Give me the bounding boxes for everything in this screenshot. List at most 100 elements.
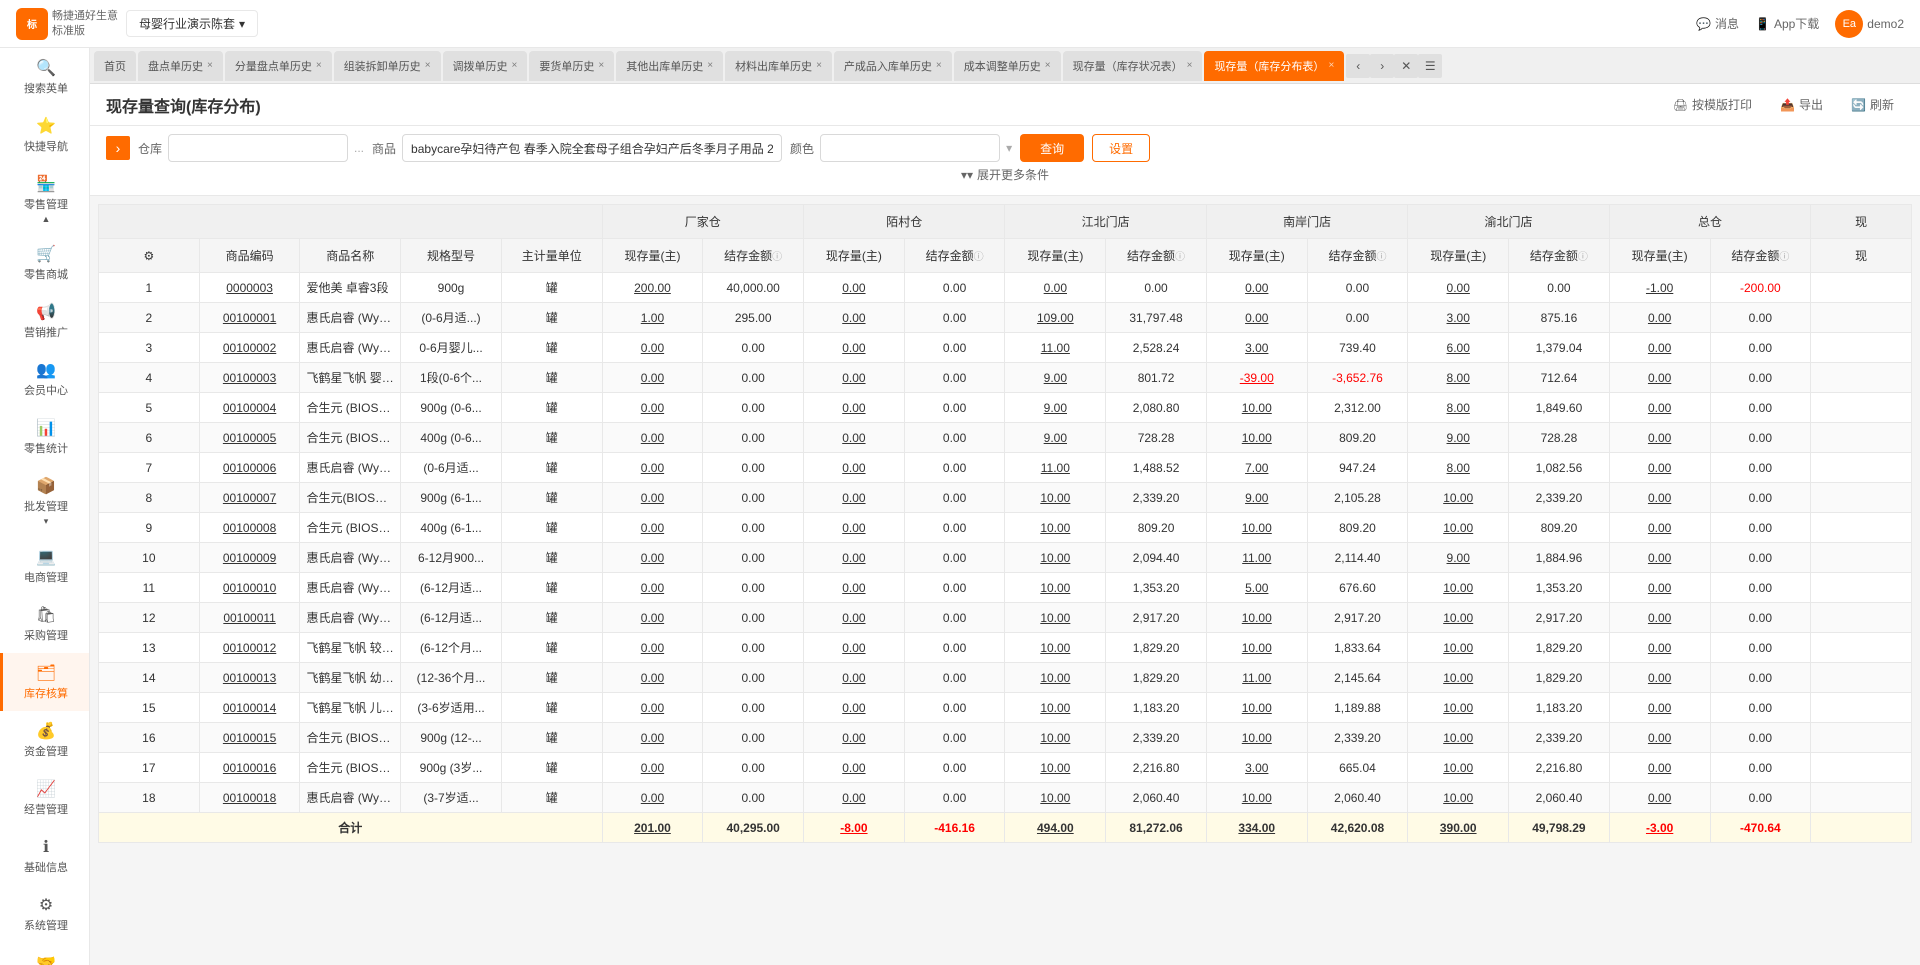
cell-factory-qty[interactable]: 0.00 — [602, 573, 703, 603]
mocun-amt-info-icon[interactable]: ⓘ — [974, 252, 984, 263]
sidebar-item-basic[interactable]: ℹ 基础信息 — [0, 827, 89, 885]
tab-close-icon-3[interactable]: × — [425, 60, 431, 71]
cell-jiangbei-qty[interactable]: 10.00 — [1005, 513, 1106, 543]
tab-close-icon-10[interactable]: × — [1187, 60, 1193, 71]
expand-more-btn[interactable]: ▾▾ 展开更多条件 — [106, 162, 1904, 187]
sidebar-item-member[interactable]: 👥 会员中心 — [0, 350, 89, 408]
cell-yubei-qty[interactable]: 10.00 — [1408, 603, 1509, 633]
tab-home[interactable]: 首页 — [94, 51, 136, 81]
cell-mocun-qty[interactable]: 0.00 — [804, 663, 905, 693]
total-factory-qty[interactable]: 201.00 — [602, 813, 703, 843]
cell-code[interactable]: 00100011 — [199, 603, 300, 633]
cell-code[interactable]: 00100018 — [199, 783, 300, 813]
tab-close-icon-8[interactable]: × — [936, 60, 942, 71]
sidebar-item-collab[interactable]: 🤝 企业协同 — [0, 943, 89, 965]
color-input[interactable] — [820, 134, 1000, 162]
export-btn[interactable]: 📤 导出 — [1770, 92, 1833, 117]
cell-yubei-qty[interactable]: 0.00 — [1408, 273, 1509, 303]
cell-jiangbei-qty[interactable]: 10.00 — [1005, 633, 1106, 663]
cell-total-qty[interactable]: 0.00 — [1609, 783, 1710, 813]
cell-jiangbei-qty[interactable]: 11.00 — [1005, 333, 1106, 363]
app-download-action[interactable]: 📱 App下载 — [1755, 15, 1819, 32]
total-jiangbei-qty[interactable]: 494.00 — [1005, 813, 1106, 843]
cell-factory-qty[interactable]: 0.00 — [602, 453, 703, 483]
expand-btn[interactable]: › — [106, 136, 130, 160]
cell-yubei-qty[interactable]: 10.00 — [1408, 483, 1509, 513]
goods-input[interactable] — [402, 134, 782, 162]
tab-close-icon[interactable]: × — [207, 60, 213, 71]
cell-yubei-qty[interactable]: 10.00 — [1408, 783, 1509, 813]
cell-code[interactable]: 00100005 — [199, 423, 300, 453]
cell-nanan-qty[interactable]: 10.00 — [1206, 693, 1307, 723]
sidebar-item-retail-stats[interactable]: 📊 零售统计 — [0, 408, 89, 466]
cell-code[interactable]: 00100016 — [199, 753, 300, 783]
cell-nanan-qty[interactable]: 3.00 — [1206, 753, 1307, 783]
cell-mocun-qty[interactable]: 0.00 — [804, 513, 905, 543]
yubei-amt-info-icon[interactable]: ⓘ — [1578, 252, 1588, 263]
cell-total-qty[interactable]: 0.00 — [1609, 453, 1710, 483]
cell-total-qty[interactable]: 0.00 — [1609, 663, 1710, 693]
cell-nanan-qty[interactable]: 11.00 — [1206, 543, 1307, 573]
cell-code[interactable]: 0000003 — [199, 273, 300, 303]
sidebar-item-search[interactable]: 🔍 搜索英单 — [0, 48, 89, 106]
store-selector[interactable]: 母婴行业演示陈套 ▾ — [126, 10, 258, 37]
cell-yubei-qty[interactable]: 8.00 — [1408, 363, 1509, 393]
cell-factory-qty[interactable]: 0.00 — [602, 423, 703, 453]
cell-code[interactable]: 00100012 — [199, 633, 300, 663]
cell-nanan-qty[interactable]: 0.00 — [1206, 273, 1307, 303]
cell-total-qty[interactable]: 0.00 — [1609, 753, 1710, 783]
cell-jiangbei-qty[interactable]: 11.00 — [1005, 453, 1106, 483]
total-amt-info-icon[interactable]: ⓘ — [1779, 252, 1789, 263]
tab-close-icon-2[interactable]: × — [316, 60, 322, 71]
cell-yubei-qty[interactable]: 10.00 — [1408, 513, 1509, 543]
cell-nanan-qty[interactable]: 5.00 — [1206, 573, 1307, 603]
setting-button[interactable]: 设置 — [1092, 134, 1150, 162]
cell-jiangbei-qty[interactable]: 10.00 — [1005, 723, 1106, 753]
nanan-amt-info-icon[interactable]: ⓘ — [1376, 252, 1386, 263]
cell-jiangbei-qty[interactable]: 10.00 — [1005, 483, 1106, 513]
cell-mocun-qty[interactable]: 0.00 — [804, 603, 905, 633]
cell-jiangbei-qty[interactable]: 10.00 — [1005, 573, 1106, 603]
cell-yubei-qty[interactable]: 10.00 — [1408, 633, 1509, 663]
cell-jiangbei-qty[interactable]: 10.00 — [1005, 753, 1106, 783]
cell-mocun-qty[interactable]: 0.00 — [804, 693, 905, 723]
cell-mocun-qty[interactable]: 0.00 — [804, 633, 905, 663]
cell-factory-qty[interactable]: 0.00 — [602, 363, 703, 393]
cell-jiangbei-qty[interactable]: 10.00 — [1005, 603, 1106, 633]
cell-mocun-qty[interactable]: 0.00 — [804, 363, 905, 393]
cell-factory-qty[interactable]: 0.00 — [602, 663, 703, 693]
cell-code[interactable]: 00100008 — [199, 513, 300, 543]
cell-mocun-qty[interactable]: 0.00 — [804, 273, 905, 303]
tab-assembly[interactable]: 组装拆卸单历史 × — [334, 51, 441, 81]
tab-close-icon-5[interactable]: × — [598, 60, 604, 71]
message-action[interactable]: 💬 消息 — [1696, 15, 1739, 32]
cell-total-qty[interactable]: 0.00 — [1609, 423, 1710, 453]
print-btn[interactable]: 🖨 按模版打印 — [1663, 92, 1762, 117]
cell-factory-qty[interactable]: 0.00 — [602, 723, 703, 753]
cell-factory-qty[interactable]: 0.00 — [602, 513, 703, 543]
sidebar-item-ecommerce[interactable]: 💻 电商管理 — [0, 537, 89, 595]
cell-jiangbei-qty[interactable]: 10.00 — [1005, 693, 1106, 723]
cell-total-qty[interactable]: 0.00 — [1609, 723, 1710, 753]
tab-product-in[interactable]: 产成品入库单历史 × — [834, 51, 952, 81]
cell-code[interactable]: 00100006 — [199, 453, 300, 483]
cell-mocun-qty[interactable]: 0.00 — [804, 783, 905, 813]
tab-menu-btn[interactable]: ☰ — [1418, 54, 1442, 78]
tab-prev-btn[interactable]: ‹ — [1346, 54, 1370, 78]
cell-nanan-qty[interactable]: 10.00 — [1206, 633, 1307, 663]
tab-order[interactable]: 要货单历史 × — [529, 51, 614, 81]
cell-mocun-qty[interactable]: 0.00 — [804, 753, 905, 783]
cell-yubei-qty[interactable]: 3.00 — [1408, 303, 1509, 333]
tab-other-out[interactable]: 其他出库单历史 × — [616, 51, 723, 81]
cell-nanan-qty[interactable]: 10.00 — [1206, 393, 1307, 423]
cell-mocun-qty[interactable]: 0.00 — [804, 573, 905, 603]
cell-total-qty[interactable]: 0.00 — [1609, 303, 1710, 333]
sidebar-item-retail-management[interactable]: 🏪 零售管理 ▲ — [0, 164, 89, 234]
tab-close-icon-11[interactable]: × — [1328, 60, 1334, 71]
cell-nanan-qty[interactable]: 10.00 — [1206, 783, 1307, 813]
cell-mocun-qty[interactable]: 0.00 — [804, 723, 905, 753]
sidebar-item-retail-mall[interactable]: 🛒 零售商城 — [0, 234, 89, 292]
cell-yubei-qty[interactable]: 9.00 — [1408, 423, 1509, 453]
cell-code[interactable]: 00100009 — [199, 543, 300, 573]
cell-yubei-qty[interactable]: 9.00 — [1408, 543, 1509, 573]
